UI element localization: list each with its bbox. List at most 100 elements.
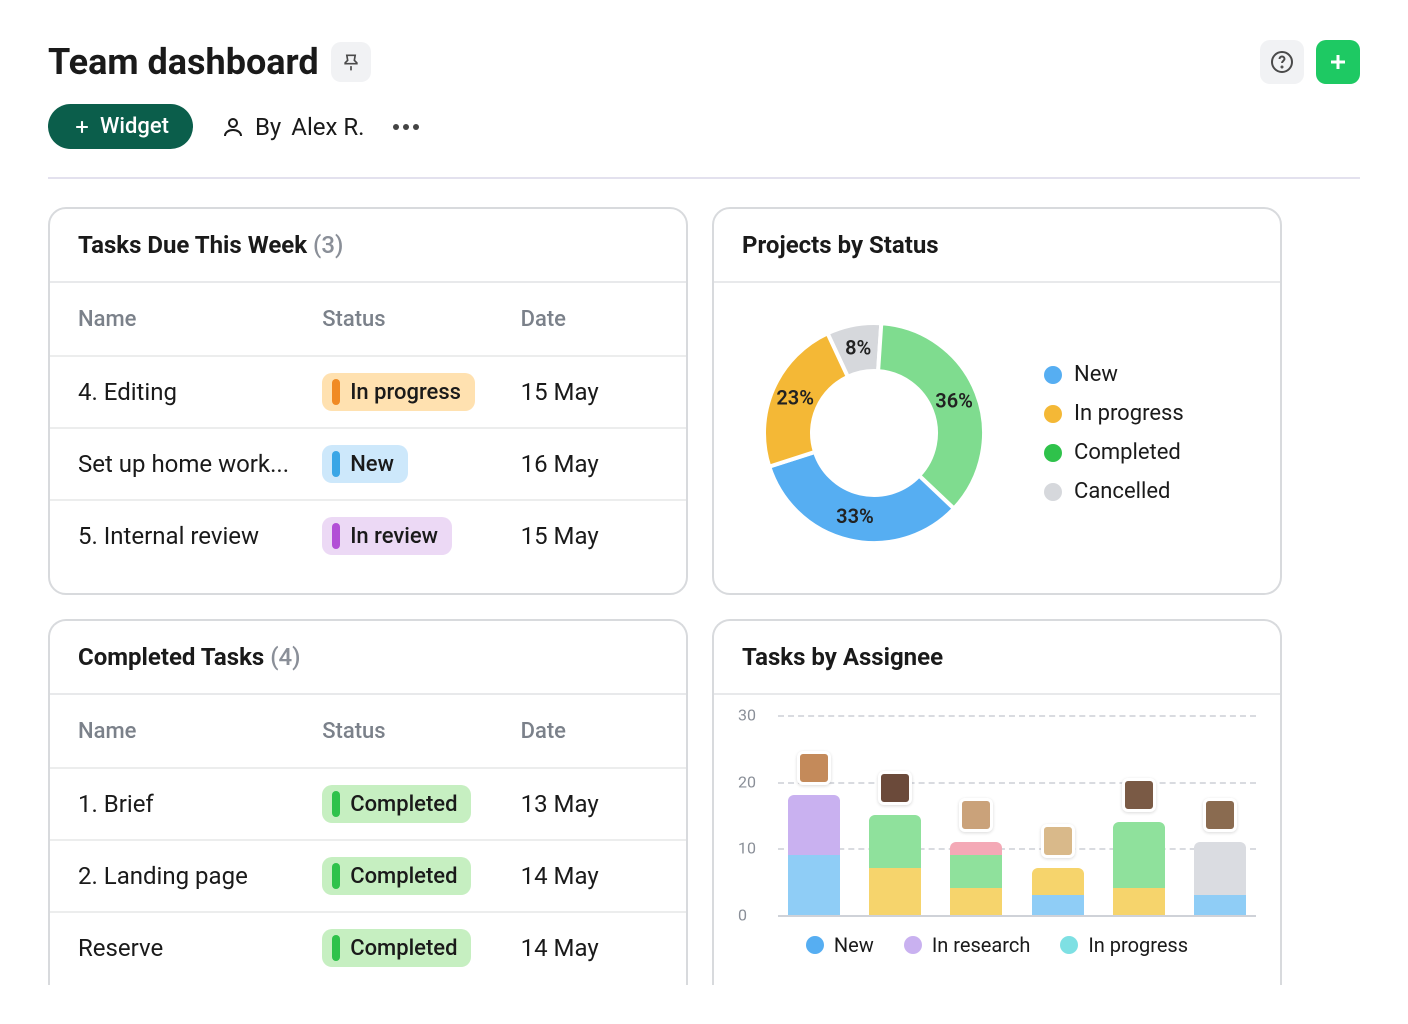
table-row[interactable]: 2. Landing page Completed 14 May: [50, 839, 686, 911]
task-name: Set up home work...: [78, 450, 322, 478]
avatar[interactable]: [1122, 778, 1156, 812]
legend-label: In progress: [1074, 401, 1184, 426]
status-badge[interactable]: Completed: [322, 929, 471, 967]
projects-status-card: Projects by Status 8%36%33%23% NewIn pro…: [712, 207, 1282, 595]
table-row[interactable]: 4. EditingIn progress15 May: [50, 355, 686, 427]
status-badge[interactable]: Completed: [322, 785, 471, 823]
col-status[interactable]: Status: [322, 307, 520, 332]
card-count: (3): [313, 231, 343, 259]
avatar[interactable]: [878, 771, 912, 805]
bar-segment: [869, 815, 921, 868]
col-date[interactable]: Date: [521, 719, 658, 744]
status-bar-icon: [332, 379, 340, 405]
task-date: 13 May: [521, 790, 658, 818]
pin-icon: [341, 52, 361, 72]
y-tick-label: 10: [738, 839, 756, 858]
status-text: New: [350, 452, 394, 477]
legend-dot-icon: [1044, 405, 1062, 423]
col-name[interactable]: Name: [78, 307, 322, 332]
more-button[interactable]: [392, 123, 420, 131]
legend-item[interactable]: Cancelled: [1044, 479, 1184, 504]
status-bar-icon: [332, 451, 340, 477]
status-badge[interactable]: Completed: [322, 857, 471, 895]
table-row[interactable]: Set up home work...New16 May: [50, 427, 686, 499]
bar-segment: [788, 855, 840, 915]
legend-item[interactable]: In progress: [1044, 401, 1184, 426]
bar-column[interactable]: [1113, 822, 1165, 915]
bar-column[interactable]: [1194, 842, 1246, 915]
task-date: 15 May: [521, 522, 658, 550]
page-title: Team dashboard: [48, 41, 319, 83]
col-date[interactable]: Date: [521, 307, 658, 332]
status-text: Completed: [350, 864, 457, 889]
status-text: Completed: [350, 936, 457, 961]
card-title: Projects by Status: [742, 231, 939, 259]
widget-button-label: Widget: [100, 114, 169, 139]
add-button[interactable]: [1316, 40, 1360, 84]
bar-segment: [869, 868, 921, 915]
bar-chart[interactable]: 0102030: [778, 715, 1256, 915]
completed-tasks-card: Completed Tasks (4) Name Status Date 1. …: [48, 619, 688, 985]
avatar[interactable]: [1041, 824, 1075, 858]
status-text: Completed: [350, 792, 457, 817]
legend-item[interactable]: New: [1044, 362, 1184, 387]
col-status[interactable]: Status: [322, 719, 520, 744]
status-bar-icon: [332, 791, 340, 817]
status-badge[interactable]: In progress: [322, 373, 475, 411]
status-badge[interactable]: New: [322, 445, 408, 483]
author-filter[interactable]: By Alex R.: [221, 113, 365, 141]
legend-label: New: [1074, 362, 1118, 387]
bar-column[interactable]: [869, 815, 921, 915]
donut-chart[interactable]: 8%36%33%23%: [744, 303, 1004, 563]
card-title: Tasks Due This Week: [78, 231, 307, 259]
bar-column[interactable]: [788, 795, 840, 915]
bar-column[interactable]: [950, 842, 1002, 915]
status-text: In progress: [350, 380, 461, 405]
legend-item[interactable]: New: [806, 933, 874, 957]
avatar[interactable]: [797, 751, 831, 785]
card-count: (4): [270, 643, 300, 671]
task-name: 2. Landing page: [78, 862, 322, 890]
status-bar-icon: [332, 863, 340, 889]
status-bar-icon: [332, 523, 340, 549]
col-name[interactable]: Name: [78, 719, 322, 744]
legend-item[interactable]: In progress: [1060, 933, 1188, 957]
author-name: Alex R.: [291, 113, 364, 141]
y-tick-label: 20: [738, 772, 756, 791]
avatar[interactable]: [959, 798, 993, 832]
avatar[interactable]: [1203, 798, 1237, 832]
status-bar-icon: [332, 935, 340, 961]
donut-slice-label: 23%: [776, 386, 814, 410]
bar-segment: [788, 795, 840, 855]
legend-dot-icon: [1044, 444, 1062, 462]
status-badge[interactable]: In review: [322, 517, 452, 555]
table-row[interactable]: 5. Internal reviewIn review15 May: [50, 499, 686, 571]
add-widget-button[interactable]: Widget: [48, 104, 193, 149]
task-name: 1. Brief: [78, 790, 322, 818]
help-button[interactable]: [1260, 40, 1304, 84]
table-row[interactable]: 1. Brief Completed 13 May: [50, 767, 686, 839]
completed-table: Name Status Date 1. Brief Completed 13 May…: [50, 695, 686, 983]
person-icon: [221, 115, 245, 139]
tasks-due-card: Tasks Due This Week (3) Name Status Date…: [48, 207, 688, 595]
bar-segment: [950, 888, 1002, 915]
pin-button[interactable]: [331, 42, 371, 82]
plus-icon: [1326, 50, 1350, 74]
legend-item[interactable]: In research: [904, 933, 1031, 957]
legend-item[interactable]: Completed: [1044, 440, 1184, 465]
more-icon: [392, 123, 420, 131]
status-text: In review: [350, 524, 438, 549]
legend-label: New: [834, 933, 874, 957]
y-tick-label: 0: [738, 906, 747, 925]
task-date: 14 May: [521, 862, 658, 890]
bar-segment: [1194, 842, 1246, 895]
bar-column[interactable]: [1032, 868, 1084, 915]
y-tick-label: 30: [738, 706, 756, 725]
bar-segment: [950, 842, 1002, 855]
task-date: 15 May: [521, 378, 658, 406]
bar-segment: [1032, 895, 1084, 915]
bar-segment: [1113, 888, 1165, 915]
donut-slice-label: 33%: [836, 504, 874, 528]
legend-dot-icon: [1060, 936, 1078, 954]
table-row[interactable]: ReserveCompleted14 May: [50, 911, 686, 983]
